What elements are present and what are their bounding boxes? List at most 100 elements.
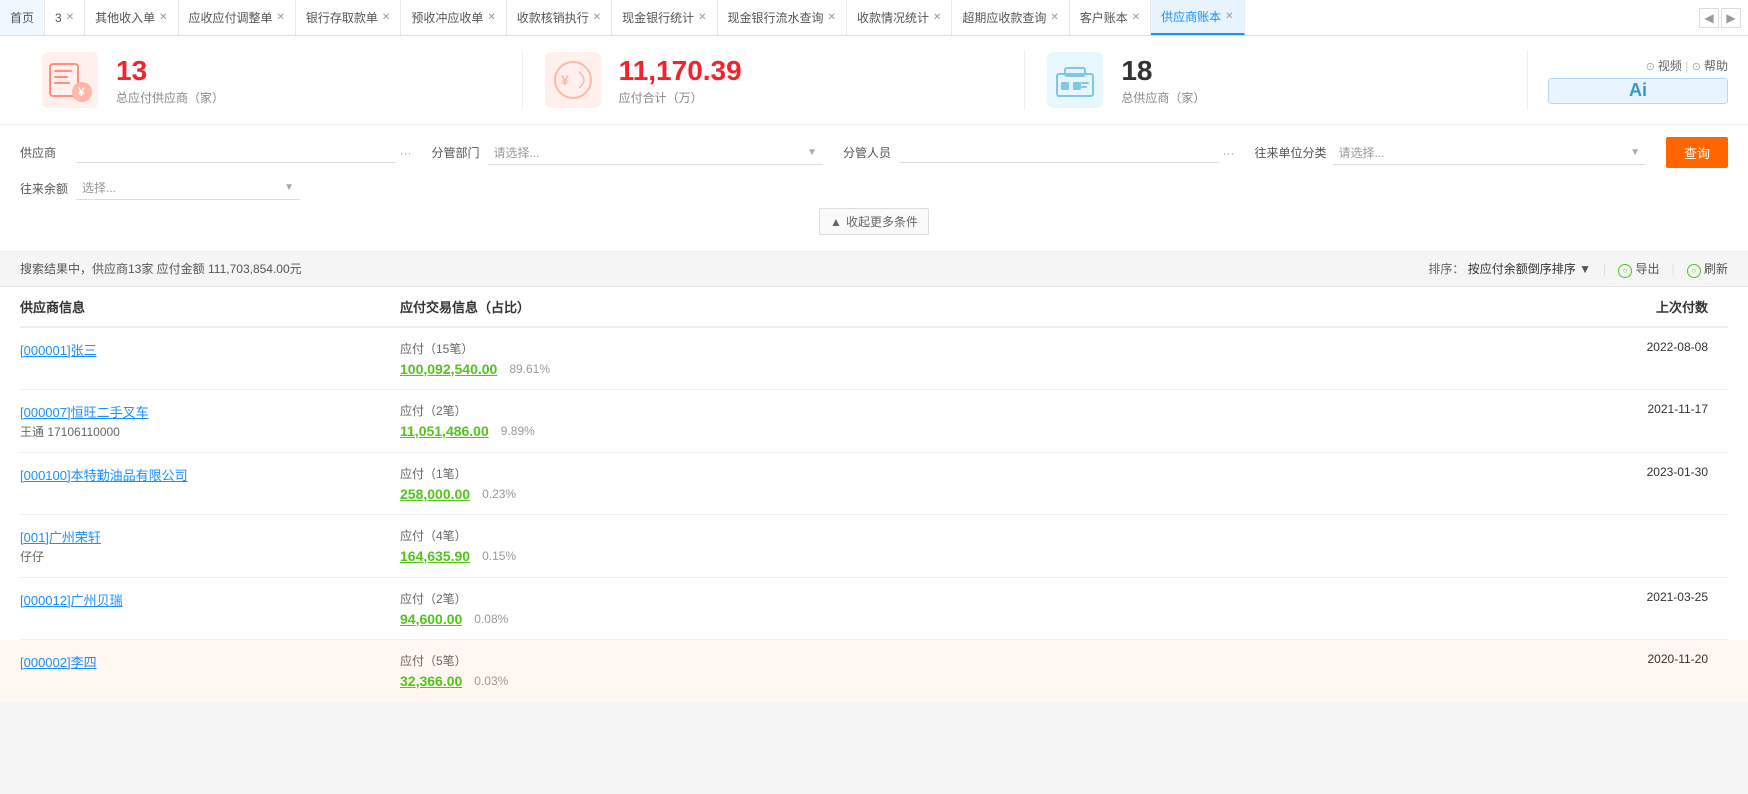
- row3-supplier: [001]广州荣轩 仔仔: [20, 527, 400, 565]
- row3-payable-percent: 0.15%: [482, 549, 516, 563]
- nav-tab-cash-flow[interactable]: 现金银行流水查询 ✕: [718, 0, 847, 35]
- row2-last-pay-value: 2023-01-30: [1647, 465, 1708, 479]
- row2-payable: 应付（1笔） 258,000.00 0.23%: [400, 465, 1528, 502]
- payable-total-label: 应付合计（万）: [619, 89, 742, 106]
- nav-tab-overdue[interactable]: 超期应收款查询 ✕: [952, 0, 1069, 35]
- row2-payable-amount[interactable]: 258,000.00: [400, 486, 470, 502]
- balance-filter-select[interactable]: 选择... ▼: [76, 176, 300, 200]
- row2-last-pay: 2023-01-30: [1528, 465, 1728, 479]
- payable-total-value: 11,170.39: [619, 54, 742, 88]
- row0-payable-amount[interactable]: 100,092,540.00: [400, 361, 497, 377]
- nav-tab-customer-ledger[interactable]: 客户账本 ✕: [1070, 0, 1151, 35]
- row0-payable: 应付（15笔） 100,092,540.00 89.61%: [400, 340, 1528, 377]
- category-filter-select[interactable]: 请选择... ▼: [1333, 141, 1646, 165]
- nav-tab-other-income[interactable]: 其他收入单 ✕: [85, 0, 178, 35]
- nav-tab-3[interactable]: 3 ✕: [45, 0, 85, 35]
- row1-supplier-link[interactable]: [000007]恒旺二手叉车: [20, 405, 149, 420]
- close-tab-3[interactable]: ✕: [66, 12, 74, 23]
- row0-payable-percent: 89.61%: [509, 362, 550, 376]
- row0-supplier: [000001]张三: [20, 340, 400, 359]
- row5-payable-count: 应付（5笔）: [400, 652, 1528, 669]
- category-select-arrow: ▼: [1630, 147, 1640, 158]
- row4-supplier-link[interactable]: [000012]广州贝瑞: [20, 593, 123, 608]
- close-tab-overdue[interactable]: ✕: [1050, 12, 1058, 23]
- dept-select-text: 请选择...: [494, 144, 540, 161]
- row4-payable-row: 94,600.00 0.08%: [400, 611, 1528, 627]
- nav-tab-home[interactable]: 首页: [0, 0, 45, 35]
- row1-last-pay: 2021-11-17: [1528, 402, 1728, 416]
- nav-tab-cash-stat[interactable]: 现金银行统计 ✕: [612, 0, 717, 35]
- row5-payable-amount[interactable]: 32,366.00: [400, 673, 462, 689]
- supplier-dots[interactable]: ···: [400, 146, 412, 160]
- row1-supplier-sub: 王通 17106110000: [20, 423, 400, 440]
- table-row: [000012]广州贝瑞 应付（2笔） 94,600.00 0.08% 2021…: [20, 578, 1728, 640]
- table-header: 供应商信息 应付交易信息（占比） 上次付数: [20, 287, 1728, 328]
- col-header-last-pay: 上次付数: [1528, 297, 1728, 316]
- svg-text:¥: ¥: [78, 85, 85, 99]
- nav-next-arrow[interactable]: ▶: [1721, 8, 1741, 28]
- nav-tab-supplier-ledger[interactable]: 供应商账本 ✕: [1151, 0, 1244, 35]
- row0-last-pay: 2022-08-08: [1528, 340, 1728, 354]
- close-tab-receipt-stat[interactable]: ✕: [933, 12, 941, 23]
- person-filter-label: 分管人员: [843, 144, 893, 161]
- total-supplier-icon: [1045, 50, 1105, 110]
- svg-text:¥: ¥: [561, 72, 569, 88]
- collapse-button[interactable]: ▲ 收起更多条件: [819, 208, 929, 235]
- row5-supplier-link[interactable]: [000002]李四: [20, 655, 97, 670]
- supplier-payable-label: 总应付供应商（家）: [116, 89, 224, 106]
- close-tab-bank[interactable]: ✕: [382, 12, 390, 23]
- close-tab-other-income[interactable]: ✕: [159, 12, 167, 23]
- nav-tab-bank[interactable]: 银行存取款单 ✕: [296, 0, 401, 35]
- close-tab-verify[interactable]: ✕: [593, 12, 601, 23]
- row0-last-pay-value: 2022-08-08: [1647, 340, 1708, 354]
- sort-arrow-icon: ▼: [1579, 262, 1591, 276]
- filter-area: 供应商 ··· 分管部门 请选择... ▼ 分管人员 ··· 往来单位分类 请选…: [0, 125, 1748, 252]
- row0-supplier-link[interactable]: [000001]张三: [20, 343, 97, 358]
- close-tab-cash-stat[interactable]: ✕: [698, 12, 706, 23]
- payable-total-icon: ¥: [543, 50, 603, 110]
- row2-supplier-link[interactable]: [000100]本特勤油品有限公司: [20, 468, 188, 483]
- row2-payable-percent: 0.23%: [482, 487, 516, 501]
- search-button[interactable]: 查询: [1666, 137, 1728, 168]
- row4-payable-amount[interactable]: 94,600.00: [400, 611, 462, 627]
- total-supplier-value: 18: [1121, 54, 1205, 88]
- table-row: [000100]本特勤油品有限公司 应付（1笔） 258,000.00 0.23…: [20, 453, 1728, 515]
- dept-filter-select[interactable]: 请选择... ▼: [488, 141, 824, 165]
- export-button[interactable]: ○ 导出: [1618, 260, 1659, 278]
- filter-row-2: 往来余额 选择... ▼: [20, 176, 1728, 200]
- nav-tab-receipt-stat[interactable]: 收款情况统计 ✕: [847, 0, 952, 35]
- video-link[interactable]: 视频: [1658, 59, 1682, 73]
- row5-payable-row: 32,366.00 0.03%: [400, 673, 1528, 689]
- row5-payable-percent: 0.03%: [474, 674, 508, 688]
- close-tab-cash-flow[interactable]: ✕: [828, 12, 836, 23]
- row1-payable-amount[interactable]: 11,051,486.00: [400, 423, 489, 439]
- ai-label: Ai: [1548, 78, 1728, 104]
- nav-tab-pre-receive[interactable]: 预收冲应收单 ✕: [401, 0, 506, 35]
- row3-payable-count: 应付（4笔）: [400, 527, 1528, 544]
- close-tab-pre-receive[interactable]: ✕: [487, 12, 495, 23]
- close-tab-customer-ledger[interactable]: ✕: [1132, 12, 1140, 23]
- nav-prev-arrow[interactable]: ◀: [1699, 8, 1719, 28]
- refresh-button[interactable]: ○ 刷新: [1687, 260, 1728, 278]
- results-summary-text: 搜索结果中，供应商13家 应付金额 111,703,854.00元: [20, 260, 302, 277]
- person-dots[interactable]: ···: [1223, 146, 1235, 160]
- row2-payable-row: 258,000.00 0.23%: [400, 486, 1528, 502]
- row3-payable: 应付（4笔） 164,635.90 0.15%: [400, 527, 1528, 564]
- close-tab-adjust[interactable]: ✕: [277, 12, 285, 23]
- close-tab-supplier-ledger[interactable]: ✕: [1225, 11, 1233, 22]
- row3-supplier-link[interactable]: [001]广州荣轩: [20, 530, 101, 545]
- person-filter-input[interactable]: [899, 142, 1219, 163]
- help-link[interactable]: 帮助: [1704, 59, 1728, 73]
- row3-payable-amount[interactable]: 164,635.90: [400, 548, 470, 564]
- export-icon: ○: [1618, 264, 1632, 278]
- results-actions: 排序： 按应付余额倒序排序 ▼ | ○ 导出 | ○ 刷新: [1428, 260, 1728, 278]
- summary-card-supplier-payable: ¥ 13 总应付供应商（家）: [20, 50, 523, 110]
- collapse-label: 收起更多条件: [846, 213, 918, 230]
- row5-last-pay: 2020-11-20: [1528, 652, 1728, 666]
- summary-card-total-supplier: 18 总供应商（家）: [1025, 50, 1528, 110]
- nav-tab-verify[interactable]: 收款核销执行 ✕: [507, 0, 612, 35]
- row0-payable-row: 100,092,540.00 89.61%: [400, 361, 1528, 377]
- supplier-filter-input[interactable]: [76, 142, 396, 163]
- nav-tab-adjust[interactable]: 应收应付调整单 ✕: [179, 0, 296, 35]
- row4-payable-percent: 0.08%: [474, 612, 508, 626]
